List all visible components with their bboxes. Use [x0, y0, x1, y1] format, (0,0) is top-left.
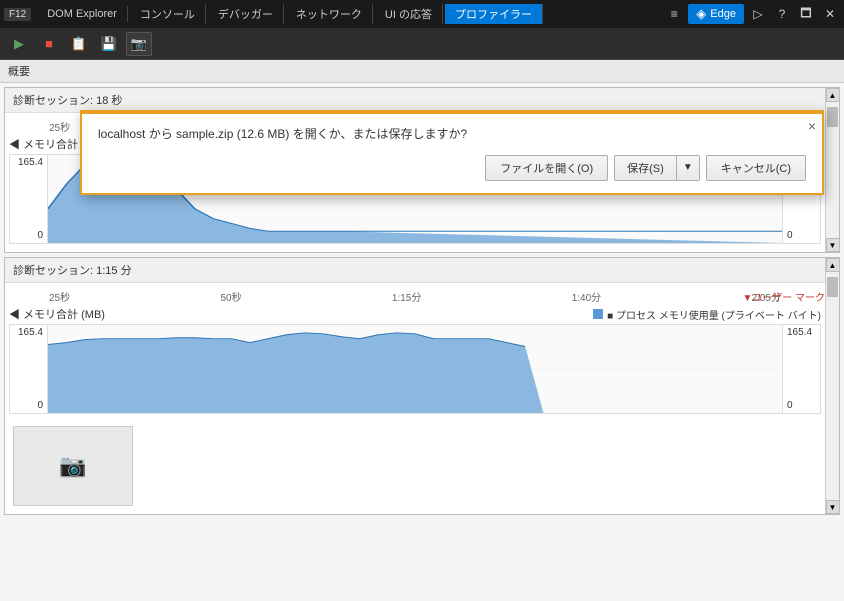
- y-right-bottom-2: 0: [787, 400, 818, 411]
- save-split-button: 保存(S) ▼: [614, 155, 700, 181]
- help-icon[interactable]: ?: [772, 4, 792, 24]
- menu-icon[interactable]: ≡: [664, 4, 684, 24]
- import-button[interactable]: 📋: [66, 32, 92, 56]
- tab-console[interactable]: コンソール: [130, 4, 206, 24]
- scroll-down-1[interactable]: ▼: [826, 238, 840, 252]
- tab-debugger[interactable]: デバッガー: [208, 4, 284, 24]
- y-left-top-1: 165.4: [12, 157, 43, 168]
- edge-icon: ◈: [696, 6, 706, 22]
- edge-label: Edge: [710, 8, 736, 20]
- y-left-top-2: 165.4: [12, 327, 43, 338]
- chart-svg-2: [48, 325, 782, 413]
- dialog-text: localhost から sample.zip (12.6 MB) を開くか、ま…: [98, 126, 806, 143]
- edge-button[interactable]: ◈ Edge: [688, 4, 744, 24]
- user-mark-2: ▼ユーザー マーク: [743, 289, 825, 304]
- restore-icon[interactable]: 🗖: [796, 4, 816, 24]
- tab-profiler[interactable]: プロファイラー: [445, 4, 543, 24]
- time-label-1-1: 25秒: [49, 119, 70, 134]
- chart-area-2: 25秒 50秒 1:15分 1:40分 2:05分 ▼ユーザー マーク ◀ メモ…: [5, 283, 825, 422]
- legend-label-2: ■ プロセス メモリ使用量 (プライベート バイト): [607, 307, 821, 322]
- f12-key: F12: [4, 8, 31, 21]
- legend-2: ■ プロセス メモリ使用量 (プライベート バイト): [593, 307, 821, 322]
- time-label-2-3: 1:15分: [392, 289, 421, 304]
- cancel-button[interactable]: キャンセル(C): [706, 155, 806, 181]
- title-bar: F12 DOM Explorer コンソール デバッガー ネットワーク UI の…: [0, 0, 844, 28]
- y-left-bottom-2: 0: [12, 400, 43, 411]
- main-content: 概要 診断セッション: 18 秒 25秒 50秒 1:15分 1:40分 2:0…: [0, 60, 844, 601]
- dialog-close-button[interactable]: ×: [808, 118, 816, 134]
- dialog-box: × localhost から sample.zip (12.6 MB) を開くか…: [80, 110, 824, 195]
- section-label-2: ◀ メモリ合計 (MB): [9, 306, 105, 322]
- session-panel-2: 診断セッション: 1:15 分 25秒 50秒 1:15分 1:40分 2:05…: [4, 257, 840, 515]
- chart-body-2: 165.4 0 165.4 0: [9, 324, 821, 414]
- session2-header: 診断セッション: 1:15 分: [5, 258, 825, 283]
- scroll-thumb-1[interactable]: [826, 102, 839, 238]
- scroll-up-2[interactable]: ▲: [826, 258, 840, 272]
- play-button[interactable]: ▶: [6, 32, 32, 56]
- time-label-2-4: 1:40分: [572, 289, 601, 304]
- session1-title: 診断セッション: 18 秒: [13, 95, 122, 107]
- expand-icon[interactable]: ▷: [748, 4, 768, 24]
- screenshot-area: 📷: [5, 422, 825, 514]
- tab-dom-explorer[interactable]: DOM Explorer: [37, 6, 128, 22]
- title-bar-right: ≡ ◈ Edge ▷ ? 🗖 ✕: [664, 4, 840, 24]
- y-right-top-2: 165.4: [787, 327, 818, 338]
- scroll-down-2[interactable]: ▼: [826, 500, 840, 514]
- tab-ui-response[interactable]: UI の応答: [375, 4, 443, 24]
- save-button-arrow[interactable]: ▼: [677, 156, 699, 180]
- y-left-bottom-1: 0: [12, 230, 43, 241]
- breadcrumb-label: 概要: [8, 66, 30, 78]
- camera-button[interactable]: 📷: [126, 32, 152, 56]
- legend-box-2: [593, 309, 603, 319]
- camera-icon-large: 📷: [59, 453, 86, 479]
- user-mark-2-label: ▼ユーザー マーク: [743, 293, 825, 304]
- scroll-thumb-2[interactable]: [826, 272, 839, 500]
- stop-button[interactable]: ■: [36, 32, 62, 56]
- open-file-button[interactable]: ファイルを開く(O): [485, 155, 608, 181]
- scroll-bar-2[interactable]: ▲ ▼: [825, 258, 839, 514]
- dialog-buttons: ファイルを開く(O) 保存(S) ▼ キャンセル(C): [98, 155, 806, 181]
- breadcrumb: 概要: [0, 60, 844, 83]
- scroll-up-1[interactable]: ▲: [826, 88, 840, 102]
- session2-title: 診断セッション: 1:15 分: [13, 265, 132, 277]
- scroll-bar-1[interactable]: ▲ ▼: [825, 88, 839, 252]
- y-right-bottom-1: 0: [787, 230, 818, 241]
- dialog-overlay: × localhost から sample.zip (12.6 MB) を開くか…: [80, 110, 824, 195]
- screenshot-thumbnail: 📷: [13, 426, 133, 506]
- time-label-2-2: 50秒: [220, 289, 241, 304]
- time-label-2-1: 25秒: [49, 289, 70, 304]
- close-icon[interactable]: ✕: [820, 4, 840, 24]
- save-button[interactable]: 💾: [96, 32, 122, 56]
- tab-network[interactable]: ネットワーク: [286, 4, 373, 24]
- save-button-main[interactable]: 保存(S): [615, 156, 677, 180]
- toolbar: ▶ ■ 📋 💾 📷: [0, 28, 844, 60]
